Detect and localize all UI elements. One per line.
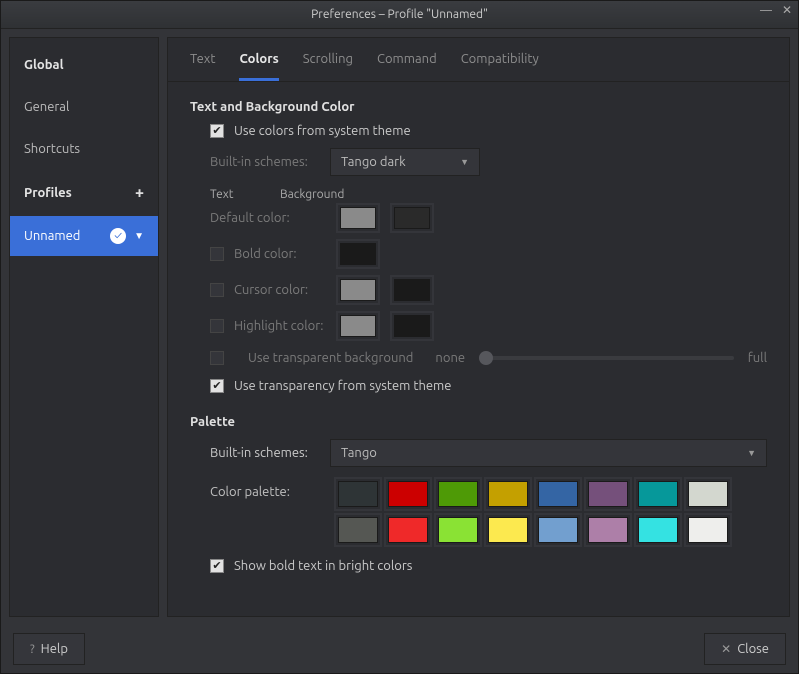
palette-color-11[interactable] <box>488 517 528 543</box>
label-transparency-system: Use transparency from system theme <box>234 379 451 393</box>
sidebar-heading-profiles: Profiles + <box>10 170 158 216</box>
palette-color-9[interactable] <box>388 517 428 543</box>
col-header-background: Background <box>280 188 332 201</box>
label-use-system-colors: Use colors from system theme <box>234 124 411 138</box>
slider-label-none: none <box>435 351 465 365</box>
checkbox-transparency-system[interactable]: ✔ <box>210 379 224 393</box>
minimize-icon[interactable]: — <box>760 5 772 17</box>
sidebar-item-general[interactable]: General <box>10 86 158 128</box>
checkbox-use-system-colors[interactable]: ✔ <box>210 124 224 138</box>
label-show-bold-bright: Show bold text in bright colors <box>234 559 412 573</box>
palette-grid <box>338 481 728 543</box>
content-panel: Text Colors Scrolling Command Compatibil… <box>167 37 790 617</box>
sidebar-item-shortcuts[interactable]: Shortcuts <box>10 128 158 170</box>
close-button[interactable]: ✕ Close <box>704 633 786 665</box>
section-title-palette: Palette <box>190 415 767 429</box>
swatch-highlight-text[interactable] <box>340 315 376 337</box>
checkbox-transparent-bg[interactable] <box>210 351 224 365</box>
select-palette-scheme[interactable]: Tango ▼ <box>330 439 767 467</box>
palette-color-15[interactable] <box>688 517 728 543</box>
help-icon: ? <box>30 643 35 656</box>
chevron-down-icon: ▼ <box>747 448 756 458</box>
close-x-icon: ✕ <box>721 642 731 656</box>
slider-thumb[interactable] <box>479 351 493 365</box>
label-palette-builtin: Built-in schemes: <box>210 446 330 460</box>
label-transparent-bg: Use transparent background <box>248 351 413 365</box>
palette-color-12[interactable] <box>538 517 578 543</box>
checkbox-show-bold-bright[interactable]: ✔ <box>210 559 224 573</box>
swatch-default-text[interactable] <box>340 207 376 229</box>
add-profile-icon[interactable]: + <box>135 184 144 202</box>
swatch-highlight-bg[interactable] <box>394 315 430 337</box>
label-highlight-color: Highlight color: <box>234 319 323 333</box>
palette-color-6[interactable] <box>638 481 678 507</box>
palette-color-1[interactable] <box>388 481 428 507</box>
tab-colors[interactable]: Colors <box>239 52 278 81</box>
transparency-slider[interactable] <box>479 356 734 360</box>
swatch-cursor-bg[interactable] <box>394 279 430 301</box>
tab-compatibility[interactable]: Compatibility <box>461 52 539 81</box>
palette-color-5[interactable] <box>588 481 628 507</box>
palette-color-2[interactable] <box>438 481 478 507</box>
close-icon[interactable]: ✕ <box>782 5 792 17</box>
check-circle-icon: ✓ <box>110 228 126 244</box>
titlebar: Preferences – Profile "Unnamed" — ✕ <box>1 1 798 29</box>
swatch-default-bg[interactable] <box>394 207 430 229</box>
palette-color-14[interactable] <box>638 517 678 543</box>
col-header-text: Text <box>210 188 262 201</box>
tab-scrolling[interactable]: Scrolling <box>303 52 353 81</box>
tab-text[interactable]: Text <box>190 52 215 81</box>
sidebar-heading-global: Global <box>10 44 158 86</box>
palette-color-0[interactable] <box>338 481 378 507</box>
palette-color-10[interactable] <box>438 517 478 543</box>
label-color-palette: Color palette: <box>210 481 320 499</box>
palette-color-3[interactable] <box>488 481 528 507</box>
palette-color-8[interactable] <box>338 517 378 543</box>
help-button[interactable]: ? Help <box>13 633 85 665</box>
chevron-down-icon[interactable]: ▼ <box>134 230 144 242</box>
sidebar-item-profile-unnamed[interactable]: Unnamed ✓ ▼ <box>10 216 158 256</box>
palette-color-4[interactable] <box>538 481 578 507</box>
sidebar: Global General Shortcuts Profiles + Unna… <box>9 37 159 617</box>
footer: ? Help ✕ Close <box>1 625 798 673</box>
tab-bar: Text Colors Scrolling Command Compatibil… <box>168 38 789 82</box>
palette-color-7[interactable] <box>688 481 728 507</box>
label-bold-color: Bold color: <box>234 247 297 261</box>
palette-color-13[interactable] <box>588 517 628 543</box>
label-cursor-color: Cursor color: <box>234 283 308 297</box>
checkbox-cursor-color[interactable] <box>210 283 224 297</box>
swatch-cursor-text[interactable] <box>340 279 376 301</box>
swatch-bold-text[interactable] <box>340 243 376 265</box>
select-builtin-scheme[interactable]: Tango dark ▼ <box>330 148 480 176</box>
checkbox-highlight-color[interactable] <box>210 319 224 333</box>
tab-command[interactable]: Command <box>377 52 437 81</box>
window-title: Preferences – Profile "Unnamed" <box>311 8 488 21</box>
checkbox-bold-color[interactable] <box>210 247 224 261</box>
label-builtin-schemes: Built-in schemes: <box>210 155 330 169</box>
section-title-text-bg: Text and Background Color <box>190 100 767 114</box>
chevron-down-icon: ▼ <box>460 157 469 167</box>
slider-label-full: full <box>748 351 767 365</box>
label-default-color: Default color: <box>210 211 290 225</box>
